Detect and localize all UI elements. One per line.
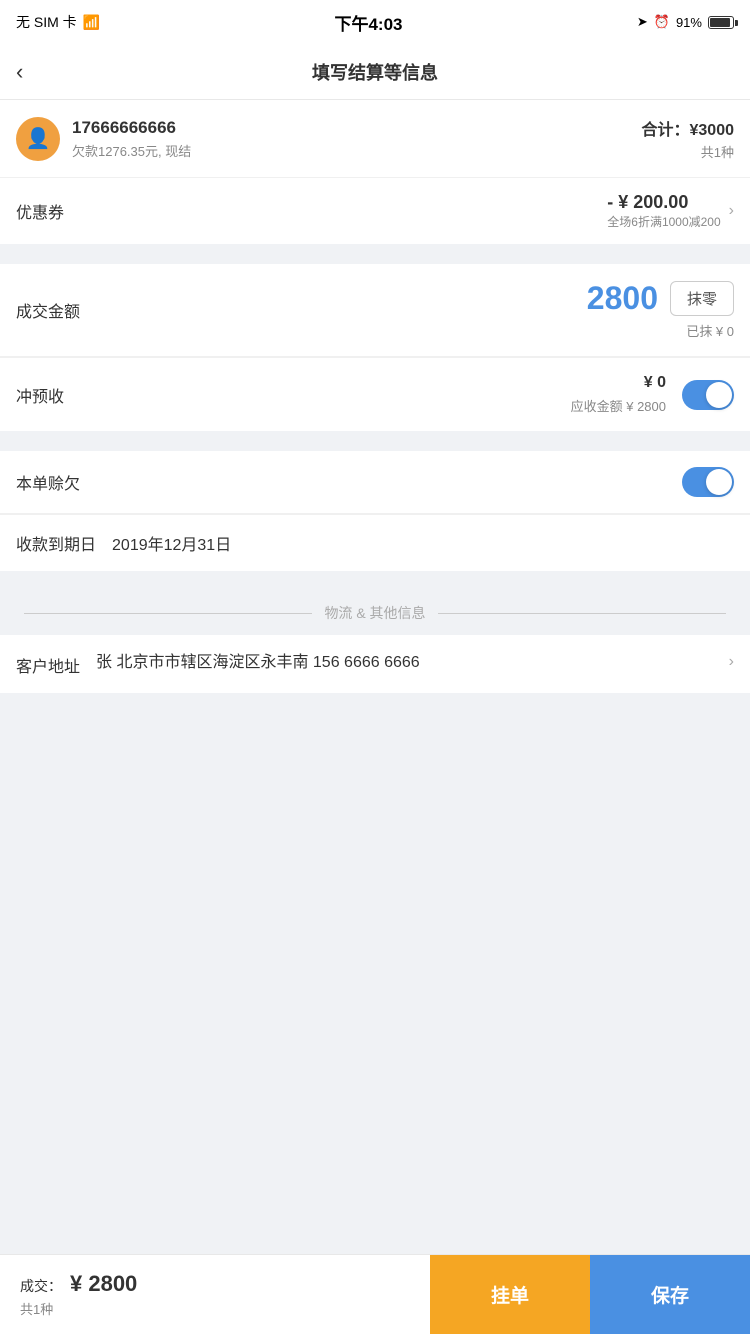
coupon-desc: 全场6折满1000减200 xyxy=(607,213,720,230)
nav-bar: ‹ 填写结算等信息 xyxy=(0,44,750,100)
bottom-summary: 成交： ¥ 2800 共1种 xyxy=(0,1271,430,1318)
qianqian-toggle[interactable] xyxy=(682,467,734,497)
chong-label: 冲预收 xyxy=(16,383,64,407)
user-card: 👤 17666666666 欠款1276.35元, 现结 合计：¥3000 共1… xyxy=(0,100,750,244)
logistics-divider: 物流 & 其他信息 xyxy=(0,591,750,635)
transaction-label: 成交金额 xyxy=(16,298,80,322)
avatar-icon: 👤 xyxy=(26,126,51,151)
address-chevron: › xyxy=(729,651,734,671)
status-right: ➤ ⏰ 91% xyxy=(637,14,734,30)
coupon-amount: - ¥ 200.00 xyxy=(607,192,720,213)
alarm-icon: ⏰ xyxy=(654,14,670,30)
address-row[interactable]: 客户地址 张 北京市市辖区海淀区永丰南 156 6666 6666 › xyxy=(0,635,750,693)
user-right: 合计：¥3000 共1种 xyxy=(642,116,735,161)
summary-label: 成交： xyxy=(20,1276,62,1296)
round-button[interactable]: 抹零 xyxy=(670,281,734,316)
section-gap-1 xyxy=(0,254,750,264)
coupon-chevron: › xyxy=(729,202,734,220)
summary-top: 成交： ¥ 2800 xyxy=(20,1271,410,1297)
page-title: 填写结算等信息 xyxy=(312,59,438,85)
due-date-row: 收款到期日 2019年12月31日 xyxy=(0,514,750,571)
divider-line-right xyxy=(438,613,726,614)
toggle-knob xyxy=(706,382,732,408)
user-left: 👤 17666666666 欠款1276.35元, 现结 xyxy=(16,117,191,161)
user-debt: 欠款1276.35元, 现结 xyxy=(72,141,191,160)
transaction-sub: 已抹 ¥ 0 xyxy=(587,321,734,340)
section-gap-2 xyxy=(0,441,750,451)
carrier-text: 无 SIM 卡 xyxy=(16,12,77,32)
chong-toggle[interactable] xyxy=(682,380,734,410)
hold-button[interactable]: 挂单 xyxy=(430,1255,590,1334)
avatar: 👤 xyxy=(16,117,60,161)
summary-amount: ¥ 2800 xyxy=(70,1271,137,1297)
gray-area xyxy=(0,693,750,813)
battery-bar xyxy=(708,16,734,29)
summary-count: 共1种 xyxy=(20,1299,410,1318)
status-time: 下午4:03 xyxy=(334,10,402,35)
amount-section: 2800 抹零 xyxy=(587,280,734,317)
address-label: 客户地址 xyxy=(16,651,80,677)
bottom-bar: 成交： ¥ 2800 共1种 挂单 保存 xyxy=(0,1254,750,1334)
user-phone: 17666666666 xyxy=(72,118,191,138)
chong-amount: ¥ 0 xyxy=(644,374,666,392)
save-button[interactable]: 保存 xyxy=(590,1255,750,1334)
qianqian-toggle-knob xyxy=(706,469,732,495)
battery-fill xyxy=(710,18,730,27)
battery-percent: 91% xyxy=(676,15,702,30)
transaction-amount: 2800 xyxy=(587,280,658,317)
qianqian-row: 本单赊欠 xyxy=(0,451,750,514)
location-icon: ➤ xyxy=(637,14,648,30)
transaction-row: 成交金额 2800 抹零 已抹 ¥ 0 xyxy=(0,264,750,357)
section-gap-3 xyxy=(0,581,750,591)
coupon-right: - ¥ 200.00 全场6折满1000减200 › xyxy=(607,192,734,230)
total-count: 共1种 xyxy=(642,142,735,161)
qianqian-label: 本单赊欠 xyxy=(16,470,80,494)
status-left: 无 SIM 卡 📶 xyxy=(16,12,100,32)
content: 👤 17666666666 欠款1276.35元, 现结 合计：¥3000 共1… xyxy=(0,100,750,903)
chong-sub: 应收金额 ¥ 2800 xyxy=(571,396,666,415)
user-row: 👤 17666666666 欠款1276.35元, 现结 合计：¥3000 共1… xyxy=(0,100,750,177)
due-label: 收款到期日 xyxy=(16,531,96,555)
due-value: 2019年12月31日 xyxy=(112,531,231,555)
coupon-label: 优惠券 xyxy=(16,199,64,223)
total-amount: 合计：¥3000 xyxy=(642,116,735,140)
qianqian-card: 本单赊欠 收款到期日 2019年12月31日 xyxy=(0,451,750,571)
chong-right: ¥ 0 应收金额 ¥ 2800 xyxy=(571,374,666,415)
chong-row: 冲预收 ¥ 0 应收金额 ¥ 2800 xyxy=(0,357,750,431)
address-value: 张 北京市市辖区海淀区永丰南 156 6666 6666 xyxy=(96,651,713,675)
logistics-text: 物流 & 其他信息 xyxy=(324,603,425,623)
coupon-row[interactable]: 优惠券 - ¥ 200.00 全场6折满1000减200 › xyxy=(0,177,750,244)
wifi-icon: 📶 xyxy=(83,14,100,31)
transaction-card: 成交金额 2800 抹零 已抹 ¥ 0 冲预收 ¥ 0 应收金额 ¥ 2800 xyxy=(0,264,750,431)
back-button[interactable]: ‹ xyxy=(16,59,23,85)
status-bar: 无 SIM 卡 📶 下午4:03 ➤ ⏰ 91% xyxy=(0,0,750,44)
user-info: 17666666666 欠款1276.35元, 现结 xyxy=(72,118,191,160)
transaction-right: 2800 抹零 已抹 ¥ 0 xyxy=(587,280,734,340)
coupon-detail: - ¥ 200.00 全场6折满1000减200 xyxy=(607,192,720,230)
divider-line-left xyxy=(24,613,312,614)
